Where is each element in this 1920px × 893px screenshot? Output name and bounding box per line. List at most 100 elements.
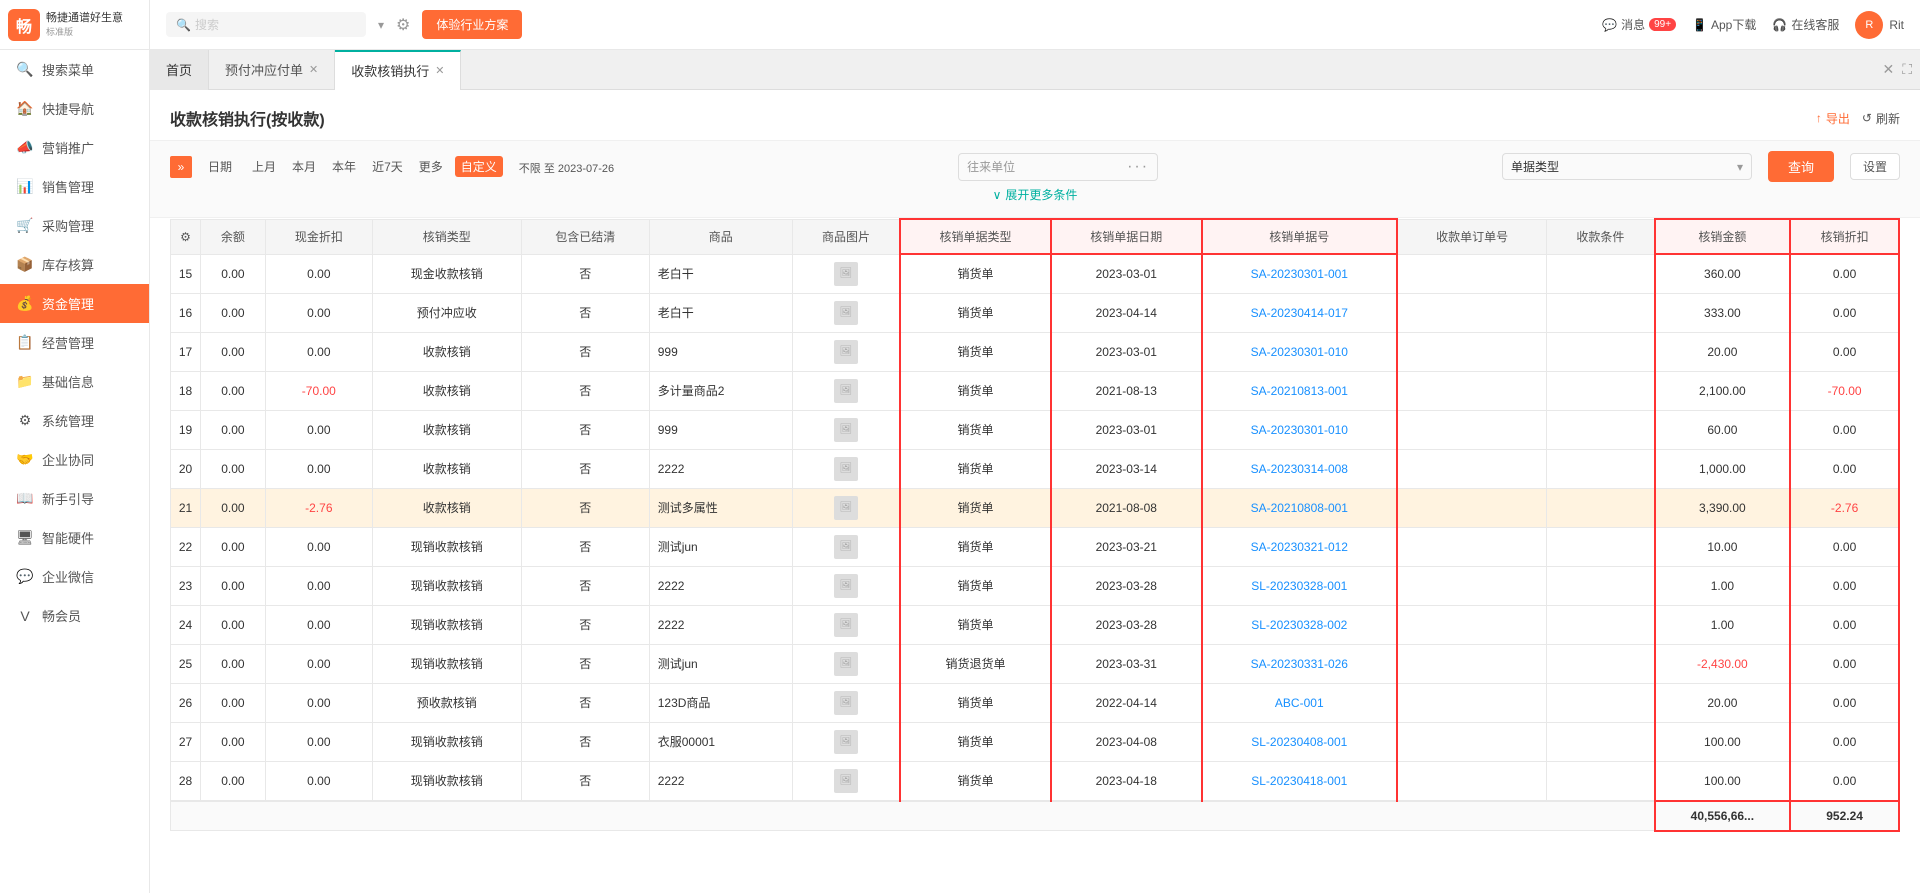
sidebar: 畅 畅捷通谱好生意 标准版 🔍 搜索菜单 🏠 快捷导航 📣 营销推广 📊 销售管… bbox=[0, 0, 150, 893]
td-receipt-order-no bbox=[1397, 566, 1547, 605]
td-voucher-no[interactable]: SA-20230331-026 bbox=[1202, 644, 1397, 683]
tab-prepay[interactable]: 预付冲应付单 ✕ bbox=[209, 50, 335, 90]
td-writeoff-discount: -2.76 bbox=[1790, 488, 1899, 527]
voucher-no-link[interactable]: SA-20230414-017 bbox=[1251, 306, 1348, 320]
td-receipt-condition bbox=[1547, 644, 1655, 683]
td-voucher-no[interactable]: SA-20230301-001 bbox=[1202, 254, 1397, 293]
tab-home[interactable]: 首页 bbox=[150, 50, 209, 90]
td-voucher-no[interactable]: SL-20230328-002 bbox=[1202, 605, 1397, 644]
tab-receivable[interactable]: 收款核销执行 ✕ bbox=[335, 50, 461, 90]
unit-filter-input[interactable]: 往来单位 ··· bbox=[958, 153, 1158, 181]
tab-close-all-icon[interactable]: ✕ bbox=[1882, 61, 1894, 78]
td-include-settled: 否 bbox=[521, 683, 649, 722]
td-balance: 0.00 bbox=[201, 683, 266, 722]
sidebar-item-search[interactable]: 🔍 搜索菜单 bbox=[0, 50, 149, 89]
date-btn-7days[interactable]: 近7天 bbox=[368, 156, 407, 177]
sidebar-item-purchase[interactable]: 🛒 采购管理 bbox=[0, 206, 149, 245]
date-btn-this-year[interactable]: 本年 bbox=[328, 156, 360, 177]
voucher-no-link[interactable]: SL-20230328-001 bbox=[1251, 579, 1347, 593]
sidebar-item-member[interactable]: V 畅会员 bbox=[0, 596, 149, 635]
topbar-search[interactable]: 🔍 搜索 bbox=[166, 12, 366, 37]
industry-solution-button[interactable]: 体验行业方案 bbox=[422, 10, 522, 39]
th-product-image: 商品图片 bbox=[792, 219, 900, 254]
date-btn-more[interactable]: 更多 bbox=[415, 156, 447, 177]
filter-row: » 日期 上月 本月 本年 近7天 更多 自定义 不限 至 2023-07-26… bbox=[170, 151, 1900, 182]
td-writeoff-amount: 20.00 bbox=[1655, 332, 1791, 371]
td-voucher-date: 2023-03-31 bbox=[1051, 644, 1202, 683]
td-writeoff-discount: 0.00 bbox=[1790, 605, 1899, 644]
sidebar-item-wechat[interactable]: 💬 企业微信 bbox=[0, 557, 149, 596]
sidebar-item-inventory[interactable]: 📦 库存核算 bbox=[0, 245, 149, 284]
tab-expand-icon[interactable]: ⛶ bbox=[1902, 61, 1912, 78]
product-image-thumb: 🖼 bbox=[834, 691, 858, 715]
user-area[interactable]: R Rit bbox=[1855, 11, 1904, 39]
td-writeoff-type: 现销收款核销 bbox=[372, 644, 521, 683]
voucher-no-link[interactable]: SA-20230301-001 bbox=[1251, 267, 1348, 281]
tab-receivable-close[interactable]: ✕ bbox=[435, 64, 444, 77]
message-area[interactable]: 💬 消息 99+ bbox=[1602, 16, 1676, 33]
td-writeoff-amount: 60.00 bbox=[1655, 410, 1791, 449]
voucher-no-link[interactable]: SA-20230301-010 bbox=[1251, 345, 1348, 359]
td-product: 测试jun bbox=[649, 644, 792, 683]
voucher-no-link[interactable]: SA-20230314-008 bbox=[1251, 462, 1348, 476]
td-voucher-no[interactable]: ABC-001 bbox=[1202, 683, 1397, 722]
settings-gear-icon[interactable]: ⚙ bbox=[396, 15, 410, 35]
sidebar-item-enterprise[interactable]: 🤝 企业协同 bbox=[0, 440, 149, 479]
td-voucher-no[interactable]: SA-20230414-017 bbox=[1202, 293, 1397, 332]
td-voucher-no[interactable]: SL-20230418-001 bbox=[1202, 761, 1397, 801]
td-receipt-order-no bbox=[1397, 410, 1547, 449]
date-btn-custom[interactable]: 自定义 bbox=[455, 156, 503, 177]
voucher-no-link[interactable]: SL-20230418-001 bbox=[1251, 774, 1347, 788]
export-button[interactable]: ↑ 导出 bbox=[1816, 110, 1850, 127]
td-voucher-type: 销货单 bbox=[900, 371, 1051, 410]
type-filter-select[interactable]: 单据类型 ▾ bbox=[1502, 153, 1752, 180]
voucher-no-link[interactable]: SA-20210813-001 bbox=[1251, 384, 1348, 398]
td-voucher-no[interactable]: SA-20230321-012 bbox=[1202, 527, 1397, 566]
td-id: 27 bbox=[171, 722, 201, 761]
voucher-no-link[interactable]: SL-20230328-002 bbox=[1251, 618, 1347, 632]
voucher-no-link[interactable]: ABC-001 bbox=[1275, 696, 1324, 710]
td-voucher-no[interactable]: SA-20230301-010 bbox=[1202, 332, 1397, 371]
td-voucher-no[interactable]: SA-20230301-010 bbox=[1202, 410, 1397, 449]
date-btn-this-month[interactable]: 本月 bbox=[288, 156, 320, 177]
sidebar-item-guide[interactable]: 📖 新手引导 bbox=[0, 479, 149, 518]
td-voucher-no[interactable]: SL-20230408-001 bbox=[1202, 722, 1397, 761]
td-voucher-no[interactable]: SA-20210808-001 bbox=[1202, 488, 1397, 527]
filter-expand-button[interactable]: » bbox=[170, 156, 192, 178]
sidebar-item-hardware[interactable]: 🖥 智能硬件 bbox=[0, 518, 149, 557]
voucher-no-link[interactable]: SA-20230301-010 bbox=[1251, 423, 1348, 437]
sidebar-item-quick-nav[interactable]: 🏠 快捷导航 bbox=[0, 89, 149, 128]
expand-more-button[interactable]: ∨ 展开更多条件 bbox=[993, 186, 1078, 203]
query-button[interactable]: 查询 bbox=[1768, 151, 1834, 182]
voucher-no-link[interactable]: SL-20230408-001 bbox=[1251, 735, 1347, 749]
settings-button[interactable]: 设置 bbox=[1850, 153, 1900, 180]
app-download-area[interactable]: 📱 App下载 bbox=[1692, 16, 1756, 33]
export-label: 导出 bbox=[1826, 110, 1850, 127]
online-service-area[interactable]: 🎧 在线客服 bbox=[1772, 16, 1839, 33]
sidebar-item-marketing[interactable]: 📣 营销推广 bbox=[0, 128, 149, 167]
th-icon[interactable]: ⚙ bbox=[171, 219, 201, 254]
sidebar-item-label: 库存核算 bbox=[42, 255, 94, 274]
td-balance: 0.00 bbox=[201, 293, 266, 332]
voucher-no-link[interactable]: SA-20230331-026 bbox=[1251, 657, 1348, 671]
td-receipt-order-no bbox=[1397, 761, 1547, 801]
sidebar-item-operation[interactable]: 📋 经营管理 bbox=[0, 323, 149, 362]
data-table-wrapper: ⚙ 余额 现金折扣 核销类型 包含已结清 商品 商品图片 核销单据类型 核销单据… bbox=[150, 218, 1920, 893]
sidebar-item-label: 销售管理 bbox=[42, 177, 94, 196]
sidebar-item-finance[interactable]: 💰 资金管理 bbox=[0, 284, 149, 323]
td-cash-discount: 0.00 bbox=[265, 683, 372, 722]
td-balance: 0.00 bbox=[201, 332, 266, 371]
td-voucher-no[interactable]: SL-20230328-001 bbox=[1202, 566, 1397, 605]
td-writeoff-discount: 0.00 bbox=[1790, 254, 1899, 293]
td-voucher-no[interactable]: SA-20210813-001 bbox=[1202, 371, 1397, 410]
sidebar-item-basic[interactable]: 📁 基础信息 bbox=[0, 362, 149, 401]
voucher-no-link[interactable]: SA-20210808-001 bbox=[1251, 501, 1348, 515]
sidebar-item-sales[interactable]: 📊 销售管理 bbox=[0, 167, 149, 206]
date-btn-last-month[interactable]: 上月 bbox=[248, 156, 280, 177]
dropdown-icon[interactable]: ▾ bbox=[378, 18, 384, 32]
voucher-no-link[interactable]: SA-20230321-012 bbox=[1251, 540, 1348, 554]
tab-prepay-close[interactable]: ✕ bbox=[309, 63, 318, 76]
refresh-button[interactable]: ↺ 刷新 bbox=[1862, 110, 1900, 127]
td-voucher-no[interactable]: SA-20230314-008 bbox=[1202, 449, 1397, 488]
sidebar-item-system[interactable]: ⚙ 系统管理 bbox=[0, 401, 149, 440]
